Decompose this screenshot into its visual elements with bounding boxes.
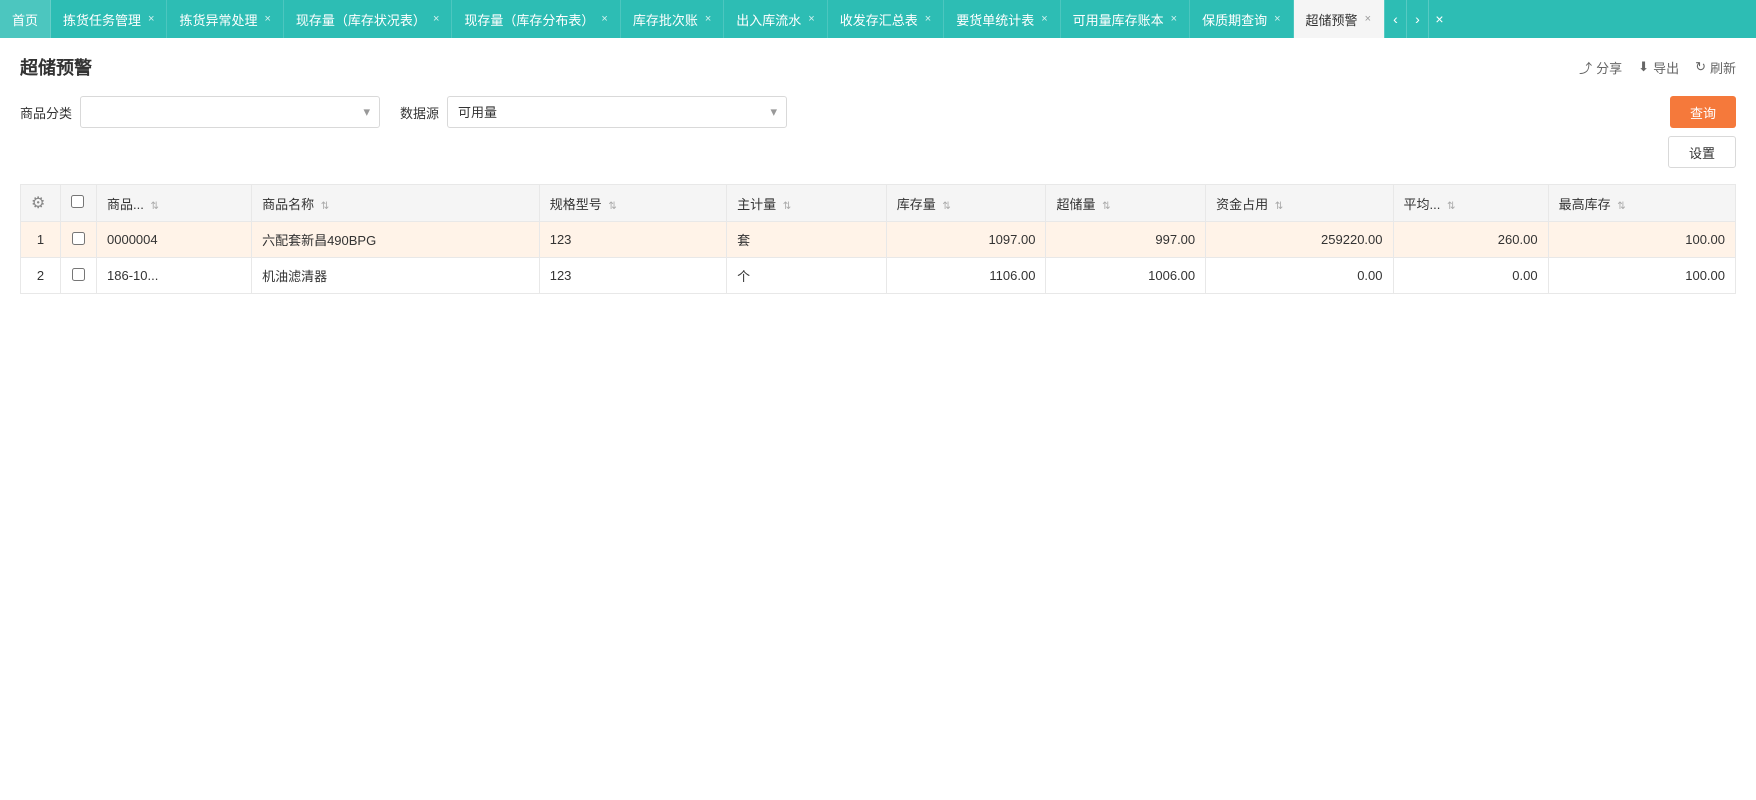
td-product-code-1: 186-10... (97, 258, 252, 294)
th-overstock[interactable]: 超储量 ⇅ (1046, 185, 1206, 222)
close-quality[interactable]: × (1274, 13, 1280, 25)
sort-icon-stock: ⇅ (942, 201, 950, 212)
close-stock-dist[interactable]: × (601, 13, 607, 25)
td-max-stock-0: 100.00 (1548, 222, 1735, 258)
sort-icon-unit: ⇅ (783, 201, 791, 212)
header-actions: ⤴ 分享 ⬇ 导出 ↻ 刷新 (1579, 58, 1736, 77)
close-available-stock[interactable]: × (1171, 13, 1177, 25)
th-spec[interactable]: 规格型号 ⇅ (539, 185, 726, 222)
table-header-row: ⚙ 商品... ⇅ 商品名称 ⇅ 规格型号 ⇅ 主计量 (21, 185, 1736, 222)
datasource-select-wrapper: 可用量 (447, 96, 787, 128)
td-checkbox-0[interactable] (61, 222, 97, 258)
close-overstock[interactable]: × (1365, 13, 1371, 25)
nav-order-stat[interactable]: 要货单统计表 × (944, 0, 1060, 38)
sort-icon-avg: ⇅ (1447, 201, 1455, 212)
category-filter-group: 商品分类 (20, 96, 380, 128)
page-header: 超储预警 ⤴ 分享 ⬇ 导出 ↻ 刷新 (20, 54, 1736, 80)
td-avg-1: 0.00 (1393, 258, 1548, 294)
table-row: 1 0000004 六配套新昌490BPG 123 套 1097.00 997.… (21, 222, 1736, 258)
td-max-stock-1: 100.00 (1548, 258, 1735, 294)
datasource-label: 数据源 (400, 103, 439, 122)
sort-icon-max: ⇅ (1617, 201, 1625, 212)
category-select-wrapper (80, 96, 380, 128)
data-table: ⚙ 商品... ⇅ 商品名称 ⇅ 规格型号 ⇅ 主计量 (20, 184, 1736, 294)
td-unit-1: 个 (727, 258, 887, 294)
nav-available-stock[interactable]: 可用量库存账本 × (1061, 0, 1190, 38)
nav-home[interactable]: 首页 (0, 0, 51, 38)
page-content: 超储预警 ⤴ 分享 ⬇ 导出 ↻ 刷新 商品分类 (0, 38, 1756, 800)
category-label: 商品分类 (20, 103, 72, 122)
share-action[interactable]: ⤴ 分享 (1579, 58, 1622, 77)
datasource-select[interactable]: 可用量 (447, 96, 787, 128)
export-icon: ⬇ (1638, 59, 1649, 75)
close-stock-status[interactable]: × (433, 13, 439, 25)
nav-stock-status[interactable]: 现存量（库存状况表） × (284, 0, 452, 38)
sort-icon-overstock: ⇅ (1102, 201, 1110, 212)
top-nav: 首页 拣货任务管理 × 拣货异常处理 × 现存量（库存状况表） × 现存量（库存… (0, 0, 1756, 38)
nav-next-button[interactable]: › (1406, 0, 1428, 38)
sort-icon-capital: ⇅ (1275, 201, 1283, 212)
sort-icon-spec: ⇅ (608, 201, 616, 212)
select-all-checkbox[interactable] (71, 195, 84, 208)
td-index-1: 2 (21, 258, 61, 294)
sort-icon-name: ⇅ (321, 201, 329, 212)
td-stock-0: 1097.00 (886, 222, 1046, 258)
close-batch[interactable]: × (705, 13, 711, 25)
nav-flow[interactable]: 出入库流水 × (724, 0, 827, 38)
th-checkbox[interactable] (61, 185, 97, 222)
th-settings[interactable]: ⚙ (21, 185, 61, 222)
gear-icon[interactable]: ⚙ (31, 195, 45, 212)
close-pick-exception[interactable]: × (264, 13, 270, 25)
nav-pick-task[interactable]: 拣货任务管理 × (51, 0, 167, 38)
th-product-name[interactable]: 商品名称 ⇅ (252, 185, 540, 222)
td-index-0: 1 (21, 222, 61, 258)
nav-overstock[interactable]: 超储预警 × (1294, 0, 1384, 38)
refresh-icon: ↻ (1695, 59, 1706, 75)
filter-buttons: 查询 设置 (1668, 96, 1736, 168)
export-action[interactable]: ⬇ 导出 (1638, 58, 1679, 77)
th-product-code[interactable]: 商品... ⇅ (97, 185, 252, 222)
nav-pick-exception[interactable]: 拣货异常处理 × (167, 0, 283, 38)
th-max-stock[interactable]: 最高库存 ⇅ (1548, 185, 1735, 222)
nav-batch[interactable]: 库存批次账 × (621, 0, 724, 38)
refresh-action[interactable]: ↻ 刷新 (1695, 58, 1736, 77)
close-pick-task[interactable]: × (148, 13, 154, 25)
td-capital-0: 259220.00 (1206, 222, 1393, 258)
nav-stock-dist[interactable]: 现存量（库存分布表） × (452, 0, 620, 38)
td-overstock-0: 997.00 (1046, 222, 1206, 258)
nav-prev-button[interactable]: ‹ (1384, 0, 1406, 38)
th-avg[interactable]: 平均... ⇅ (1393, 185, 1548, 222)
td-overstock-1: 1006.00 (1046, 258, 1206, 294)
nav-close-button[interactable]: × (1428, 0, 1450, 38)
close-summary[interactable]: × (925, 13, 931, 25)
td-product-name-1: 机油滤清器 (252, 258, 540, 294)
close-order-stat[interactable]: × (1041, 13, 1047, 25)
td-product-code-0: 0000004 (97, 222, 252, 258)
nav-quality[interactable]: 保质期查询 × (1190, 0, 1293, 38)
td-checkbox-1[interactable] (61, 258, 97, 294)
settings-button[interactable]: 设置 (1668, 136, 1736, 168)
td-spec-1: 123 (539, 258, 726, 294)
share-icon: ⤴ (1579, 58, 1592, 77)
query-button[interactable]: 查询 (1670, 96, 1736, 128)
close-flow[interactable]: × (808, 13, 814, 25)
td-product-name-0: 六配套新昌490BPG (252, 222, 540, 258)
td-capital-1: 0.00 (1206, 258, 1393, 294)
table-row: 2 186-10... 机油滤清器 123 个 1106.00 1006.00 … (21, 258, 1736, 294)
page-title: 超储预警 (20, 54, 92, 80)
td-avg-0: 260.00 (1393, 222, 1548, 258)
td-unit-0: 套 (727, 222, 887, 258)
sort-icon-code: ⇅ (150, 201, 158, 212)
th-unit[interactable]: 主计量 ⇅ (727, 185, 887, 222)
td-spec-0: 123 (539, 222, 726, 258)
th-stock[interactable]: 库存量 ⇅ (886, 185, 1046, 222)
datasource-filter-group: 数据源 可用量 (400, 96, 787, 128)
th-capital[interactable]: 资金占用 ⇅ (1206, 185, 1393, 222)
category-select[interactable] (80, 96, 380, 128)
td-stock-1: 1106.00 (886, 258, 1046, 294)
nav-summary[interactable]: 收发存汇总表 × (828, 0, 944, 38)
